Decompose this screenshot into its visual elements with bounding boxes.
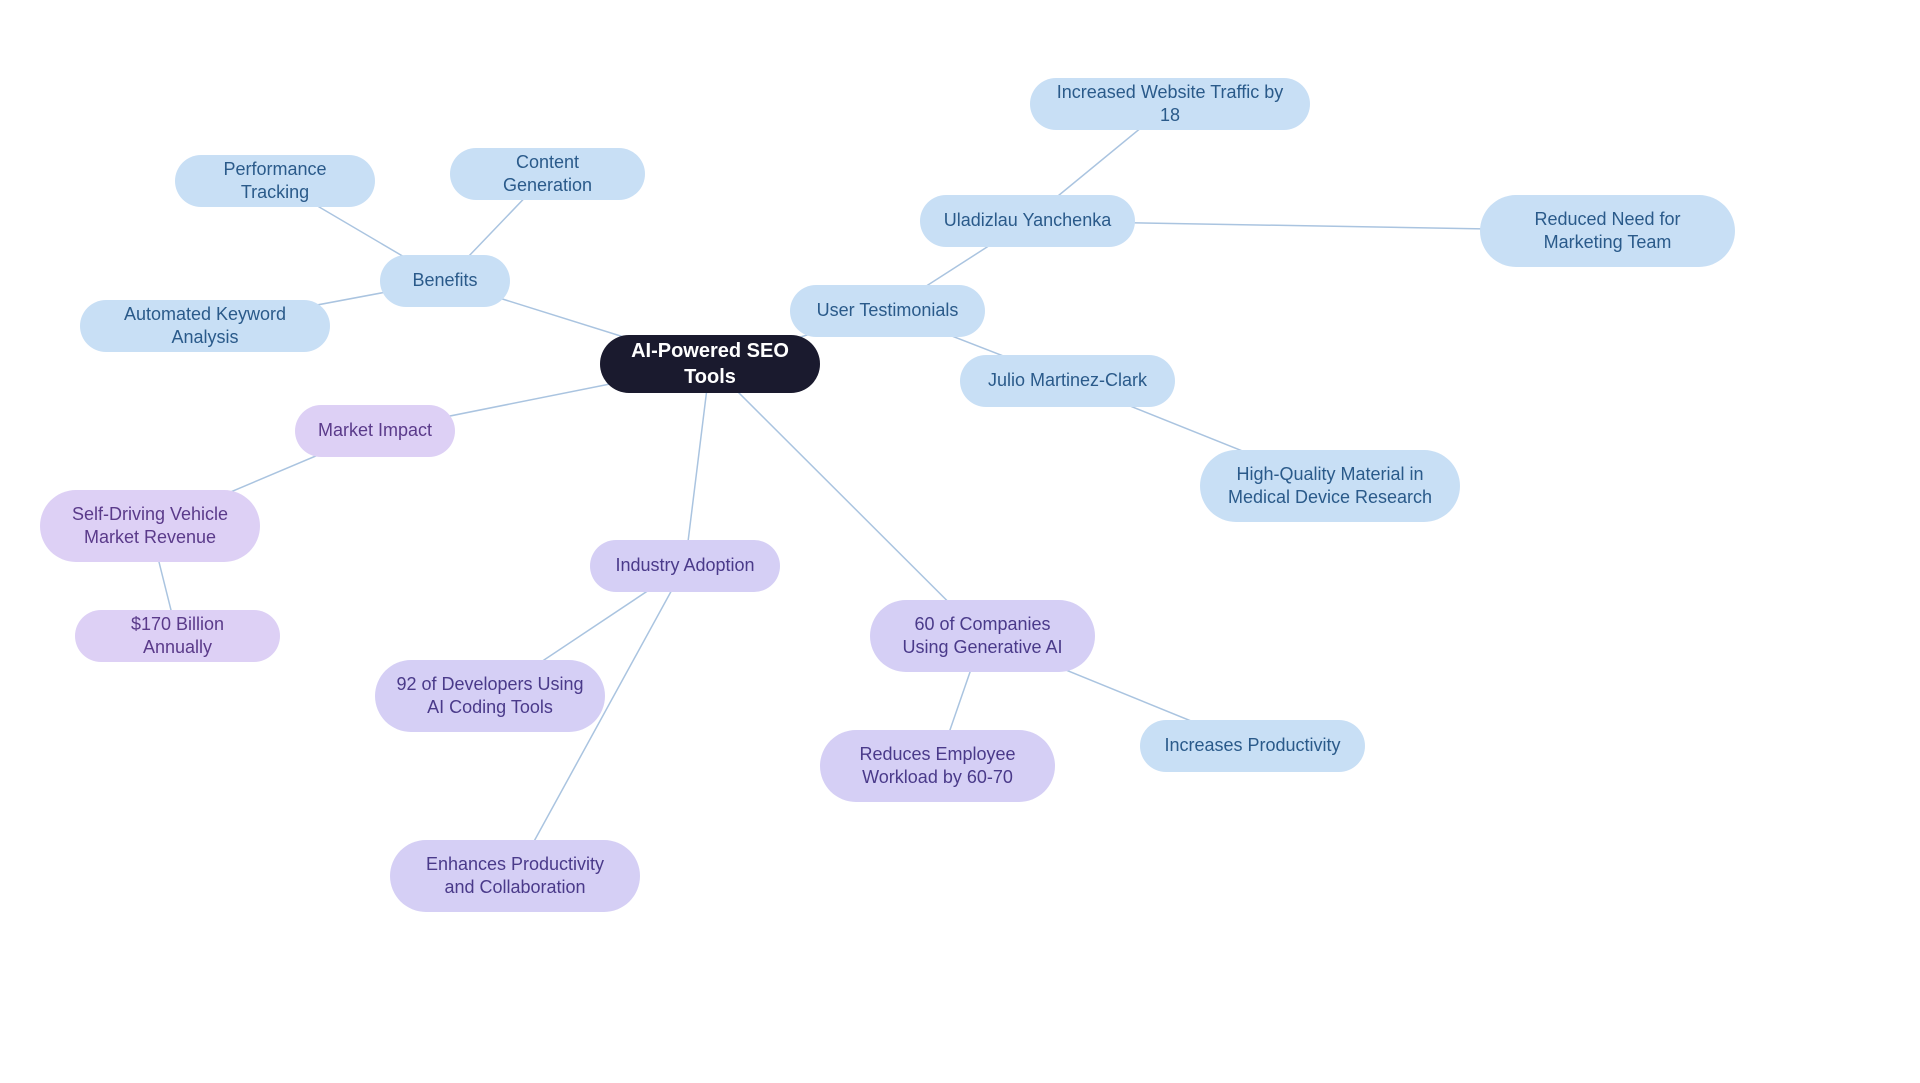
node-content-generation[interactable]: Content Generation [450,148,645,200]
node-performance-tracking[interactable]: Performance Tracking [175,155,375,207]
node-uladizlau[interactable]: Uladizlau Yanchenka [920,195,1135,247]
node-self-driving[interactable]: Self-Driving Vehicle Market Revenue [40,490,260,562]
node-60-companies[interactable]: 60 of Companies Using Generative AI [870,600,1095,672]
node-benefits[interactable]: Benefits [380,255,510,307]
node-high-quality[interactable]: High-Quality Material in Medical Device … [1200,450,1460,522]
node-reduces-workload[interactable]: Reduces Employee Workload by 60-70 [820,730,1055,802]
node-automated-keyword[interactable]: Automated Keyword Analysis [80,300,330,352]
node-market-impact[interactable]: Market Impact [295,405,455,457]
node-julio[interactable]: Julio Martinez-Clark [960,355,1175,407]
center-node[interactable]: AI-Powered SEO Tools [600,335,820,393]
node-170-billion[interactable]: $170 Billion Annually [75,610,280,662]
mindmap-container: AI-Powered SEO Tools BenefitsPerformance … [0,0,1920,1083]
node-enhances-productivity[interactable]: Enhances Productivity and Collaboration [390,840,640,912]
node-increases-productivity[interactable]: Increases Productivity [1140,720,1365,772]
node-industry-adoption[interactable]: Industry Adoption [590,540,780,592]
node-reduced-marketing[interactable]: Reduced Need for Marketing Team [1480,195,1735,267]
node-user-testimonials[interactable]: User Testimonials [790,285,985,337]
node-increased-website[interactable]: Increased Website Traffic by 18 [1030,78,1310,130]
node-92-developers[interactable]: 92 of Developers Using AI Coding Tools [375,660,605,732]
